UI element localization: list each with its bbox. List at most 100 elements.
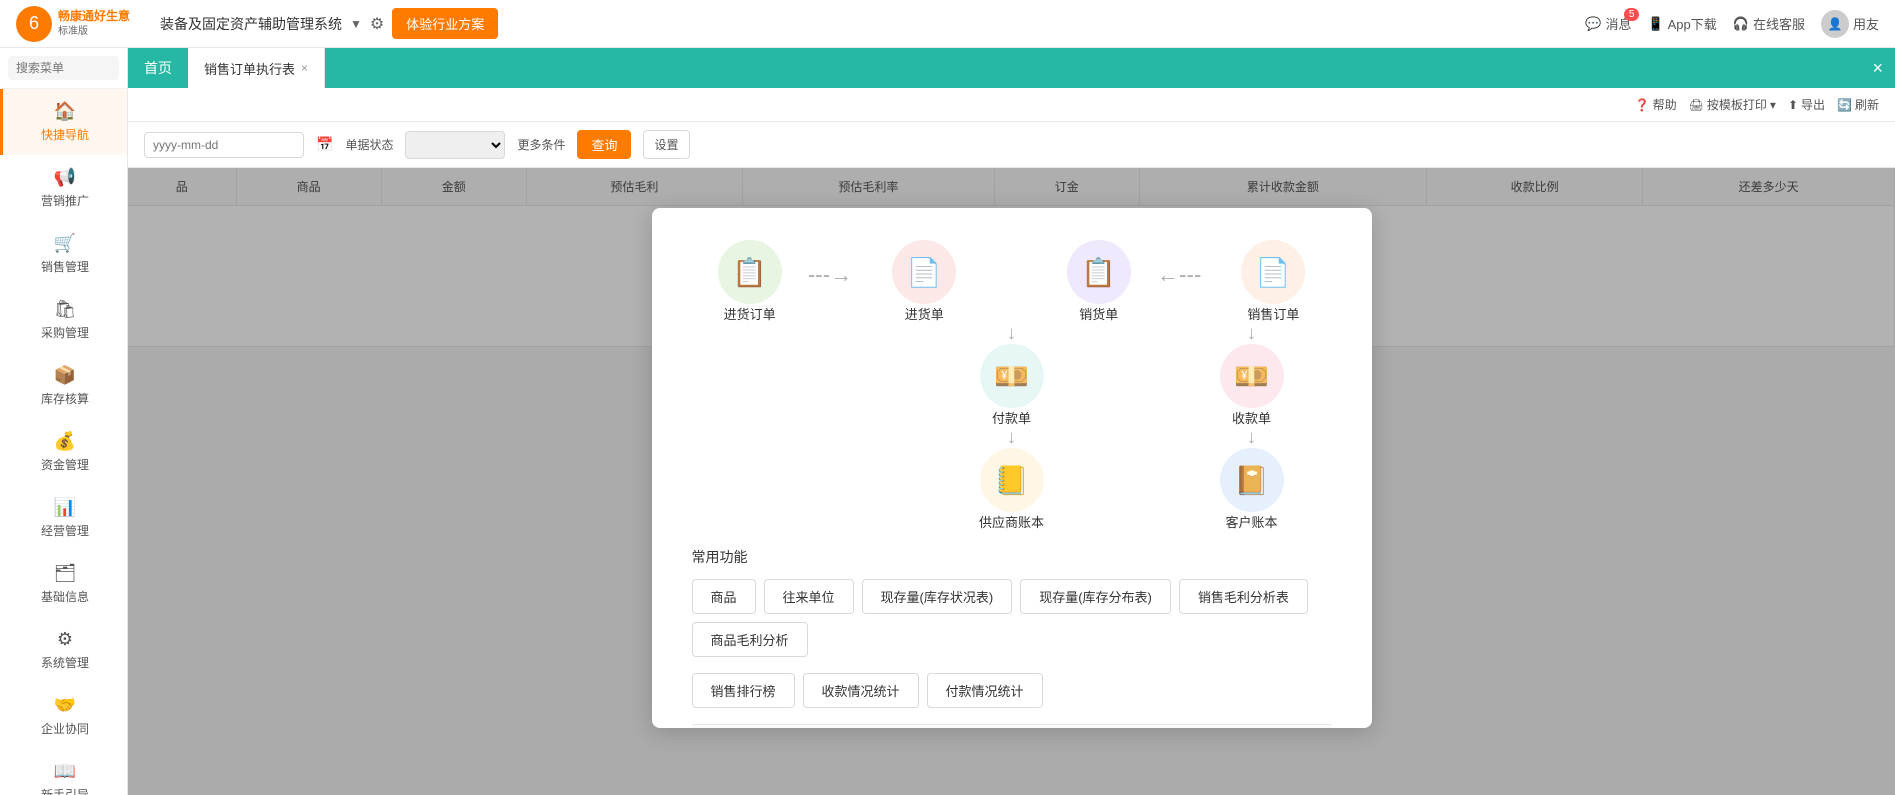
modal-body: 📋 进货订单 - - - → 📄 (652, 208, 1372, 728)
logo-text: 畅康通好生意 标准版 (58, 9, 130, 38)
sidebar-label-quick: 快捷导航 (41, 126, 89, 143)
template-print-btn[interactable]: 🖨 按模板打印 ▾ (1689, 96, 1776, 113)
more-conditions-btn[interactable]: 更多条件 (517, 136, 565, 153)
down-arrow-payment: ↓ (932, 323, 1092, 344)
sidebar-icon-sales: 🛒 (54, 233, 76, 254)
sidebar-item-collab[interactable]: 🤝企业协同 (0, 683, 127, 749)
func-btn-现存量(库存状况表)[interactable]: 现存量(库存状况表) (862, 579, 1013, 614)
flow-node-sales-bill: 📋 销货单 (1041, 240, 1157, 323)
spacer1 (982, 240, 1040, 262)
page-content: 品商品金额预估毛利预估毛利率订金累计收款金额收款比例还差多少天 暂无数据 (128, 168, 1895, 795)
date-input[interactable] (144, 132, 304, 158)
flow-node-receipt: 💴 收款单 (1172, 344, 1332, 427)
common-functions-title: 常用功能 (692, 547, 1332, 567)
settings-icon[interactable]: ⚙ (370, 14, 384, 34)
message-btn[interactable]: 💬 消息 5 (1585, 14, 1631, 33)
payment-icon: 💴 (980, 344, 1044, 408)
down-arrow-receipt: ↓ (1172, 323, 1332, 344)
sidebar-label-marketing: 营销推广 (41, 192, 89, 209)
func-btn-商品毛利分析[interactable]: 商品毛利分析 (692, 622, 808, 657)
tab-close-icon[interactable]: × (301, 61, 308, 75)
payment-label: 付款单 (992, 408, 1031, 427)
sidebar-icon-system: ⚙ (57, 629, 73, 650)
help-btn[interactable]: ❓ 帮助 (1635, 96, 1677, 113)
tab-sales-order[interactable]: 销售订单执行表 × (188, 48, 325, 88)
user-name: 用友 (1853, 14, 1879, 33)
func-btn-现存量(库存分布表)[interactable]: 现存量(库存分布表) (1020, 579, 1171, 614)
tab-bar: 首页 销售订单执行表 × × (128, 48, 1895, 88)
sidebar-label-inventory: 库存核算 (41, 390, 89, 407)
sidebar-item-newbie[interactable]: 📖新手引导 (0, 749, 127, 795)
system-dropdown-btn[interactable]: ▼ (350, 17, 362, 31)
func-btn-收款情况统计[interactable]: 收款情况统计 (803, 673, 919, 708)
logo-icon: 6 (16, 6, 52, 42)
online-service-btn[interactable]: 🎧 在线客服 (1733, 14, 1805, 33)
flow-node-purchase-order: 📋 进货订单 (692, 240, 808, 323)
sales-order-label: 销售订单 (1247, 304, 1299, 323)
sidebar-icon-operations: 📊 (54, 497, 76, 518)
func-btn-付款情况统计[interactable]: 付款情况统计 (927, 673, 1043, 708)
query-btn[interactable]: 查询 (577, 130, 631, 159)
app-download-btn[interactable]: 📱 App下载 (1647, 14, 1716, 33)
sidebar-label-collab: 企业协同 (41, 720, 89, 737)
avatar: 👤 (1821, 10, 1849, 38)
down-arrow-supplier: ↓ (932, 427, 1092, 448)
app-download-label: App下载 (1668, 14, 1717, 33)
modal-overlay[interactable]: 📋 进货订单 - - - → 📄 (128, 168, 1895, 795)
close-all-tabs-btn[interactable]: × (1860, 58, 1895, 79)
export-icon: ⬆ (1788, 98, 1798, 112)
purchase-order-label: 进货订单 (724, 304, 776, 323)
sidebar-item-operations[interactable]: 📊 经营管理 (0, 485, 127, 551)
experience-btn[interactable]: 体验行业方案 (392, 8, 498, 39)
func-btn-往来单位[interactable]: 往来单位 (764, 579, 854, 614)
download-icon: 📱 (1647, 16, 1663, 32)
receipt-label: 收款单 (1232, 408, 1271, 427)
tab-home[interactable]: 首页 (128, 48, 188, 88)
sidebar-item-purchase[interactable]: 🛍采购管理 (0, 287, 127, 353)
sidebar-icon-basic: 🗂 (54, 563, 77, 584)
toolbar: ❓ 帮助 🖨 按模板打印 ▾ ⬆ 导出 🔄 刷新 (128, 88, 1895, 122)
scroll-bar-area: ◀ ▶ (692, 724, 1332, 728)
sidebar-item-quick[interactable]: 🏠 快捷导航 (0, 89, 127, 155)
sidebar-item-inventory[interactable]: 📦库存核算 (0, 353, 127, 419)
func-btn-销售排行榜[interactable]: 销售排行榜 (692, 673, 795, 708)
calendar-icon[interactable]: 📅 (316, 136, 333, 153)
func-buttons: 商品往来单位现存量(库存状况表)现存量(库存分布表)销售毛利分析表商品毛利分析销… (692, 579, 1332, 708)
online-service-label: 在线客服 (1753, 14, 1805, 33)
sidebar-label-basic: 基础信息 (41, 588, 89, 605)
sales-order-icon: 📄 (1241, 240, 1305, 304)
print-icon: 🖨 (1689, 98, 1704, 112)
receipt-icon: 💴 (1220, 344, 1284, 408)
func-btn-销售毛利分析表[interactable]: 销售毛利分析表 (1179, 579, 1308, 614)
help-icon: ❓ (1635, 98, 1650, 112)
sidebar-item-basic[interactable]: 🗂 基础信息 (0, 551, 127, 617)
sidebar-item-system[interactable]: ⚙ 系统管理 (0, 617, 127, 683)
export-btn[interactable]: ⬆ 导出 (1788, 96, 1825, 113)
content-area: 首页 销售订单执行表 × × ❓ 帮助 🖨 (128, 48, 1895, 795)
sidebar-item-finance[interactable]: 💰资金管理 (0, 419, 127, 485)
down-arrow-customer: ↓ (1172, 427, 1332, 448)
filter-bar: 📅 单据状态 更多条件 查询 设置 (128, 122, 1895, 168)
purchase-bill-icon: 📄 (892, 240, 956, 304)
arrow-h1: - - - → (808, 240, 866, 288)
sidebar-item-sales[interactable]: 🛒 销售管理 (0, 221, 127, 287)
sidebar-label-operations: 经营管理 (41, 522, 89, 539)
customer-ledger-label: 客户账本 (1225, 512, 1277, 531)
flow-diagram: 📋 进货订单 - - - → 📄 (692, 240, 1332, 547)
status-select[interactable] (405, 131, 505, 159)
sidebar-icon-quick: 🏠 (54, 101, 76, 122)
sidebar-item-marketing[interactable]: 📢营销推广 (0, 155, 127, 221)
flow-node-purchase-bill: 📄 进货单 (866, 240, 982, 323)
search-input[interactable] (8, 56, 119, 80)
sidebar-label-newbie: 新手引导 (41, 786, 89, 795)
sidebar-label-sales: 销售管理 (41, 258, 89, 275)
sidebar-icon-purchase: 🛍 (54, 299, 77, 320)
refresh-icon: 🔄 (1837, 98, 1852, 112)
func-btn-商品[interactable]: 商品 (692, 579, 756, 614)
user-area[interactable]: 👤 用友 (1821, 10, 1879, 38)
sidebar-label-system: 系统管理 (41, 654, 89, 671)
refresh-btn[interactable]: 🔄 刷新 (1837, 96, 1879, 113)
supplier-ledger-icon: 📒 (980, 448, 1044, 512)
sidebar-search-area (0, 48, 127, 89)
set-btn[interactable]: 设置 (643, 130, 689, 159)
